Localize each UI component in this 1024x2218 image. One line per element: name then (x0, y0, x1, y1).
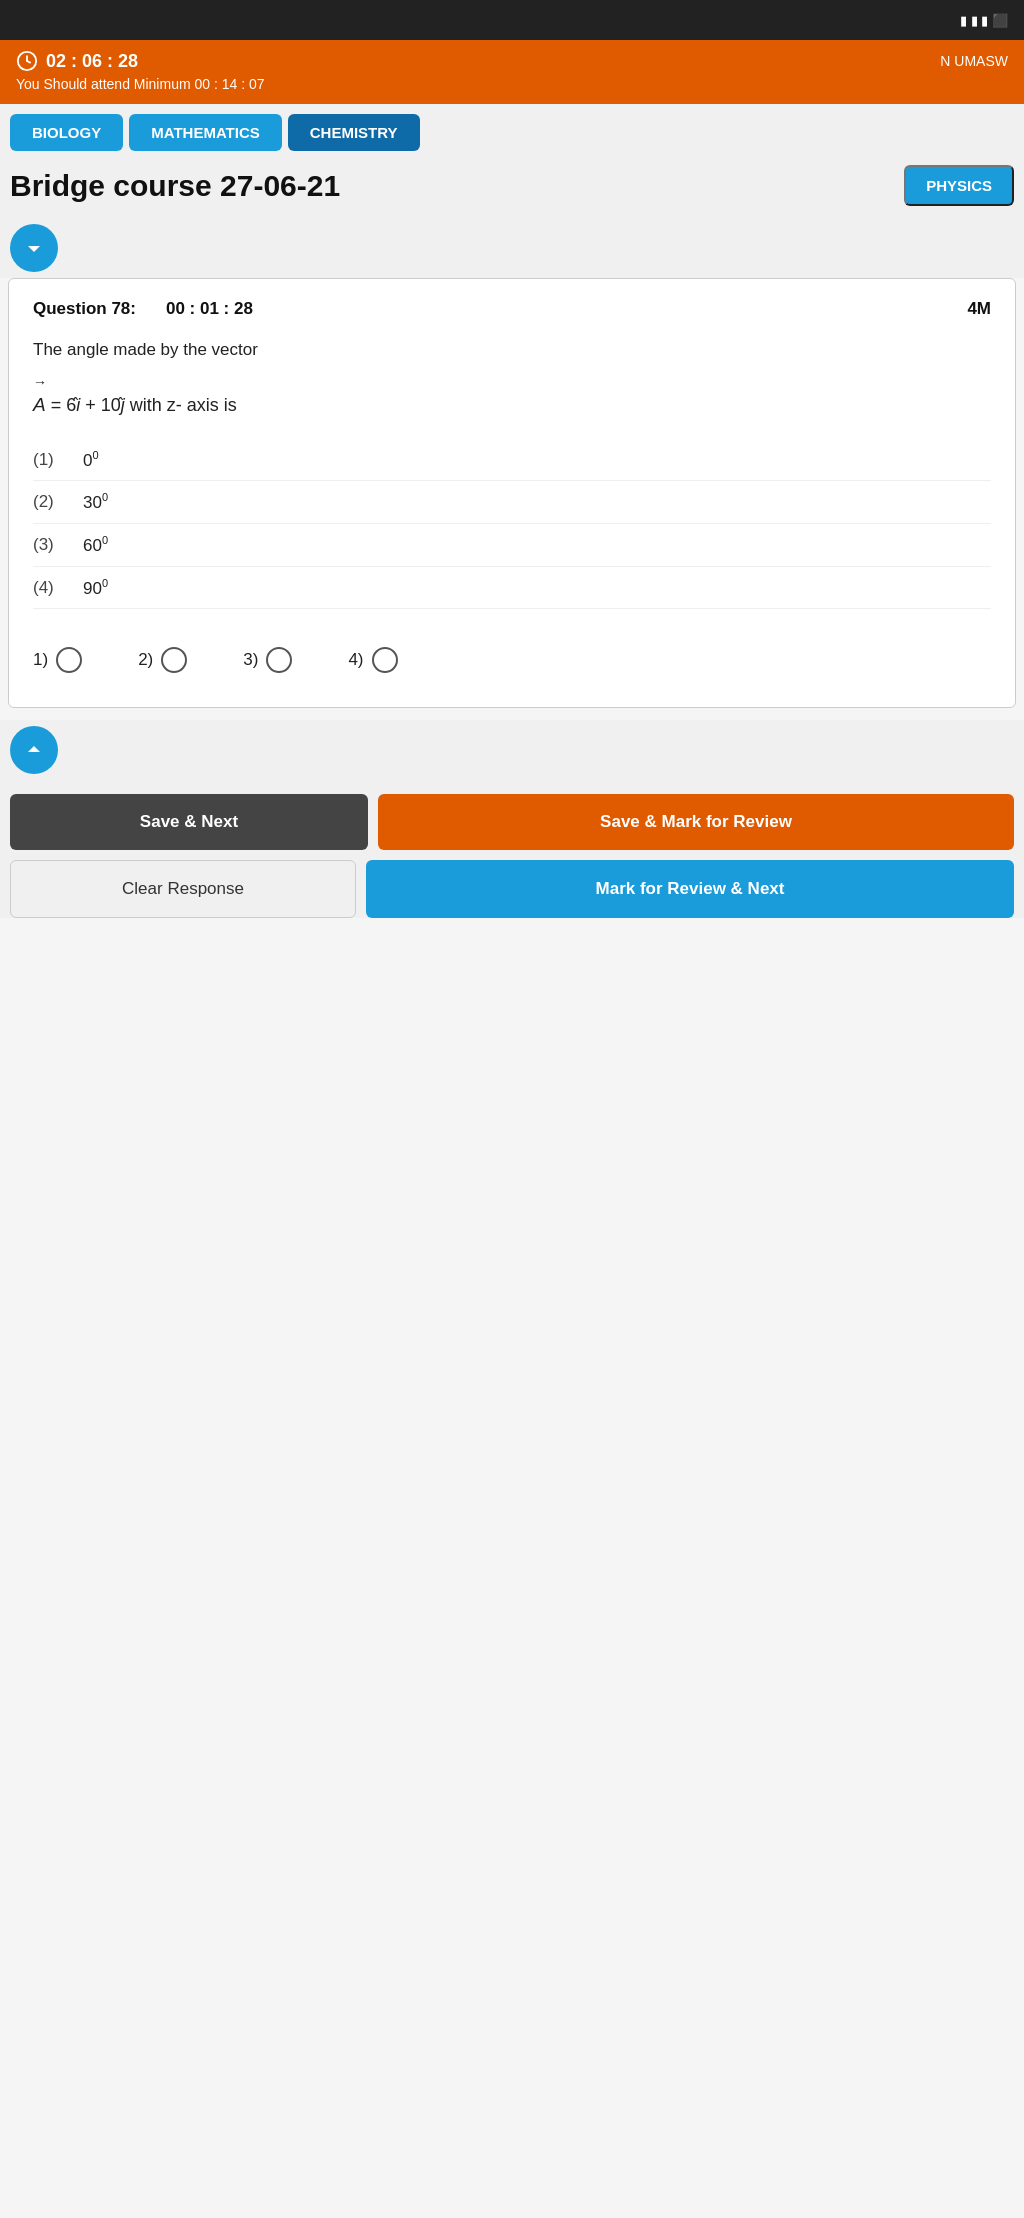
vector-equation: = 6î + 10ĵ with z- axis is (51, 395, 237, 415)
chevron-down-icon (22, 236, 46, 260)
scroll-up-area (0, 720, 1024, 784)
option-num-4: (4) (33, 578, 83, 598)
clear-response-button[interactable]: Clear Response (10, 860, 356, 918)
radio-label-1: 1) (33, 650, 48, 670)
radio-circle-4[interactable] (372, 647, 398, 673)
question-marks: 4M (967, 299, 991, 319)
question-text-line1: The angle made by the vector (33, 337, 991, 363)
options-list: (1) 00 (2) 300 (3) 600 (4) 900 (33, 439, 991, 610)
action-row-2: Clear Response Mark for Review & Next (10, 860, 1014, 918)
question-number: Question 78: (33, 299, 136, 319)
radio-option-3[interactable]: 3) (243, 647, 292, 673)
radio-option-4[interactable]: 4) (348, 647, 397, 673)
radio-label-2: 2) (138, 650, 153, 670)
radio-label-4: 4) (348, 650, 363, 670)
option-num-2: (2) (33, 492, 83, 512)
scroll-down-button[interactable] (10, 224, 58, 272)
radio-circle-3[interactable] (266, 647, 292, 673)
tab-chemistry[interactable]: CHEMISTRY (288, 114, 420, 151)
action-buttons: Save & Next Save & Mark for Review Clear… (0, 784, 1024, 918)
header: 02 : 06 : 28 N UMASW You Should attend M… (0, 40, 1024, 104)
radio-option-2[interactable]: 2) (138, 647, 187, 673)
option-row-4: (4) 900 (33, 567, 991, 610)
option-num-1: (1) (33, 450, 83, 470)
option-row-3: (3) 600 (33, 524, 991, 567)
option-val-4: 900 (83, 577, 108, 599)
status-icons: ▮ ▮ ▮ ⬛ (960, 13, 1008, 28)
mark-review-next-button[interactable]: Mark for Review & Next (366, 860, 1014, 918)
radio-circle-1[interactable] (56, 647, 82, 673)
tab-mathematics[interactable]: MATHEMATICS (129, 114, 282, 151)
radio-label-3: 3) (243, 650, 258, 670)
action-row-1: Save & Next Save & Mark for Review (10, 794, 1014, 850)
question-meta: Question 78: 00 : 01 : 28 4M (33, 299, 991, 319)
tab-biology[interactable]: BIOLOGY (10, 114, 123, 151)
header-timer: 02 : 06 : 28 (16, 50, 138, 72)
clock-icon (16, 50, 38, 72)
vector-symbol: → A (33, 371, 46, 421)
question-card: Question 78: 00 : 01 : 28 4M The angle m… (8, 278, 1016, 708)
scroll-up-button[interactable] (10, 726, 58, 774)
chevron-up-icon (22, 738, 46, 762)
option-val-1: 00 (83, 449, 99, 471)
tab-physics[interactable]: PHYSICS (904, 165, 1014, 206)
radio-circle-2[interactable] (161, 647, 187, 673)
question-countdown: 00 : 01 : 28 (166, 299, 253, 319)
radio-option-1[interactable]: 1) (33, 647, 82, 673)
subject-tabs: BIOLOGY MATHEMATICS CHEMISTRY (0, 104, 1024, 151)
scroll-down-area (0, 212, 1024, 278)
option-val-3: 600 (83, 534, 108, 556)
option-val-2: 300 (83, 491, 108, 513)
save-mark-review-button[interactable]: Save & Mark for Review (378, 794, 1014, 850)
option-row-1: (1) 00 (33, 439, 991, 482)
question-text-line2: → A = 6î + 10ĵ with z- axis is (33, 371, 991, 421)
header-top: 02 : 06 : 28 N UMASW (16, 50, 1008, 72)
radio-options-row: 1) 2) 3) 4) (33, 629, 991, 683)
user-name: N UMASW (940, 53, 1008, 69)
save-next-button[interactable]: Save & Next (10, 794, 368, 850)
course-title: Bridge course 27-06-21 (10, 169, 888, 203)
option-row-2: (2) 300 (33, 481, 991, 524)
minimum-time: You Should attend Minimum 00 : 14 : 07 (16, 76, 1008, 92)
timer-value: 02 : 06 : 28 (46, 51, 138, 72)
status-bar: ▮ ▮ ▮ ⬛ (0, 0, 1024, 40)
option-num-3: (3) (33, 535, 83, 555)
course-header: Bridge course 27-06-21 PHYSICS (0, 151, 1024, 212)
